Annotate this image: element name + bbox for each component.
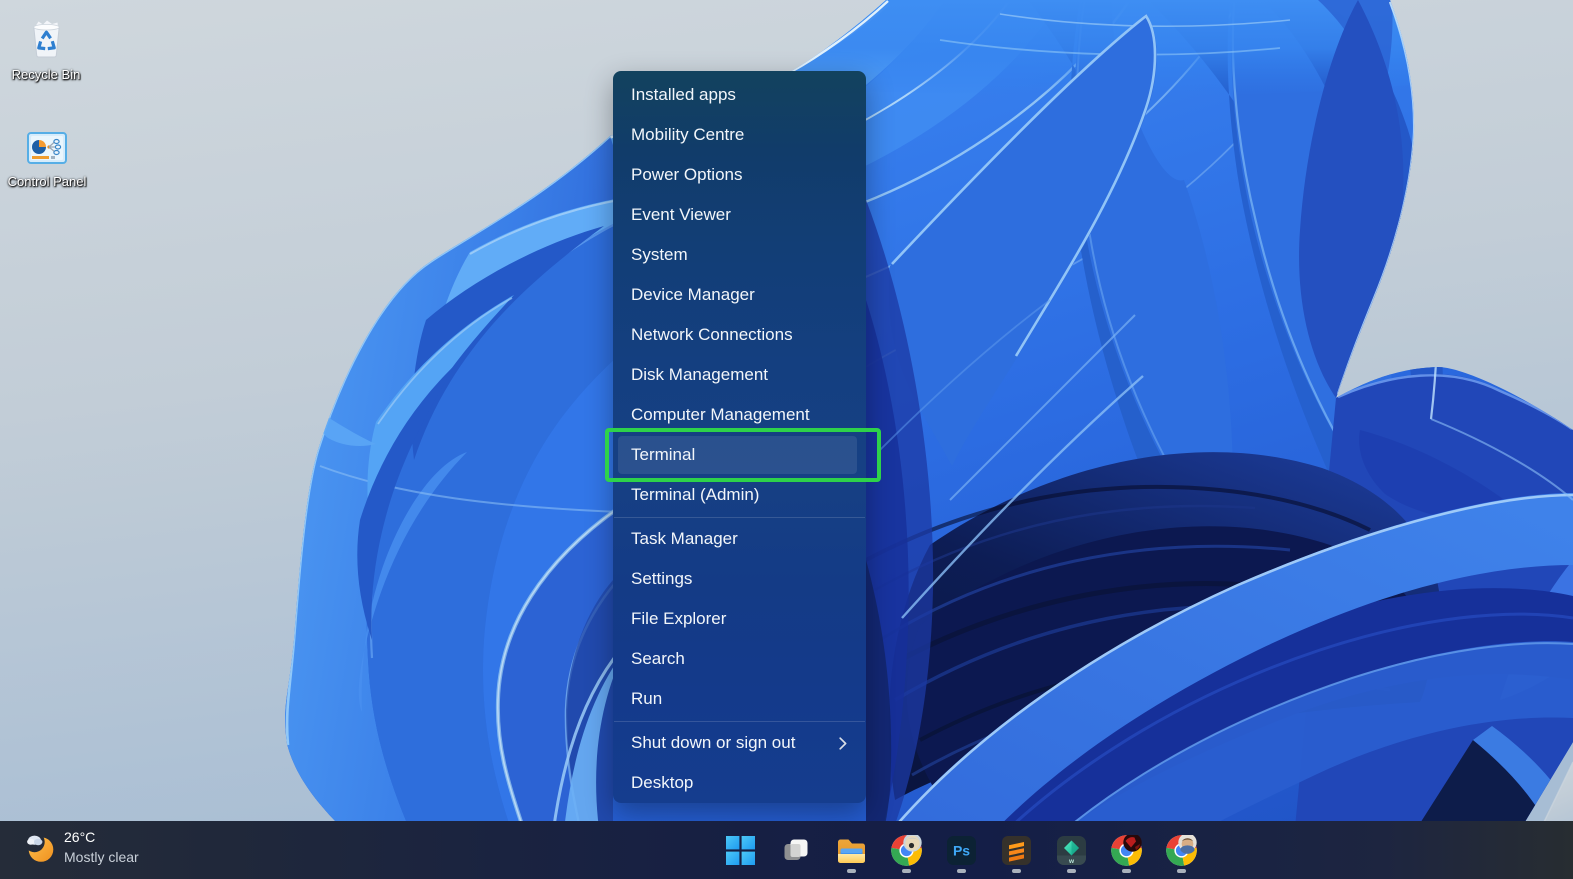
- svg-text:w: w: [1068, 858, 1075, 865]
- svg-text:Ps: Ps: [953, 843, 970, 859]
